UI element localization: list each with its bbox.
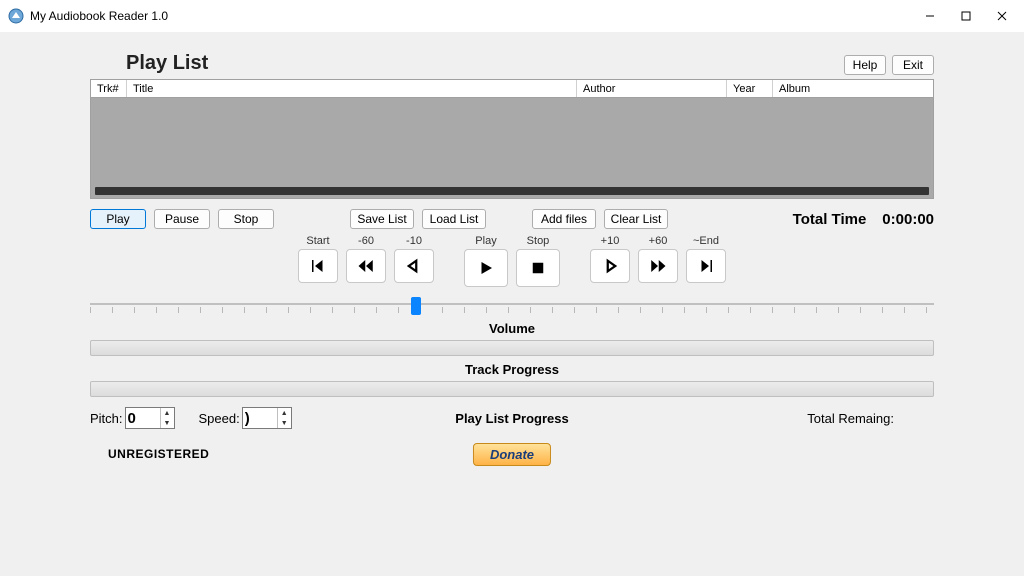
plus60-label: +60: [649, 235, 668, 249]
play-label: Play: [475, 235, 496, 249]
stop-label: Stop: [527, 235, 550, 249]
total-time-label: Total Time: [793, 211, 867, 228]
track-progress-bar[interactable]: [90, 340, 934, 356]
pitch-input[interactable]: [126, 408, 160, 428]
add-files-button[interactable]: Add files: [532, 209, 596, 229]
playlist-progress-label: Play List Progress: [455, 411, 568, 426]
volume-label: Volume: [90, 321, 934, 336]
load-list-button[interactable]: Load List: [422, 209, 486, 229]
transport-stop-button[interactable]: [516, 249, 560, 287]
volume-thumb[interactable]: [411, 297, 421, 315]
skip-to-end-button[interactable]: [686, 249, 726, 283]
plus10-label: +10: [601, 235, 620, 249]
clear-list-button[interactable]: Clear List: [604, 209, 668, 229]
playlist-grid[interactable]: Trk# Title Author Year Album: [90, 79, 934, 199]
pause-button[interactable]: Pause: [154, 209, 210, 229]
app-icon: [8, 8, 24, 24]
pitch-down[interactable]: ▼: [161, 418, 174, 428]
transport-play-button[interactable]: [464, 249, 508, 287]
end-label: ~End: [693, 235, 719, 249]
col-year[interactable]: Year: [727, 80, 773, 97]
skip-to-start-button[interactable]: [298, 249, 338, 283]
horizontal-scrollbar[interactable]: [95, 187, 929, 195]
minus10-label: -10: [406, 235, 422, 249]
rewind-10-button[interactable]: [394, 249, 434, 283]
col-album[interactable]: Album: [773, 80, 933, 97]
col-trk[interactable]: Trk#: [91, 80, 127, 97]
play-button[interactable]: Play: [90, 209, 146, 229]
rewind-60-button[interactable]: [346, 249, 386, 283]
transport-controls: Start -60 -10 Play Stop +10 +60 ~End: [90, 235, 934, 287]
help-button[interactable]: Help: [844, 55, 886, 75]
donate-button[interactable]: Donate: [473, 443, 551, 466]
speed-label: Speed:: [199, 411, 240, 426]
pitch-label: Pitch:: [90, 411, 123, 426]
speed-up[interactable]: ▲: [278, 408, 291, 418]
app-window: My Audiobook Reader 1.0 Play List Help E…: [0, 0, 1024, 576]
speed-input[interactable]: [243, 408, 277, 428]
client-area: Play List Help Exit Trk# Title Author Ye…: [0, 32, 1024, 576]
forward-10-button[interactable]: [590, 249, 630, 283]
speed-down[interactable]: ▼: [278, 418, 291, 428]
unregistered-label: UNREGISTERED: [108, 447, 209, 461]
speed-spinner[interactable]: ▲▼: [242, 407, 292, 429]
maximize-button[interactable]: [948, 2, 984, 30]
stop-button[interactable]: Stop: [218, 209, 274, 229]
playlist-progress-bar[interactable]: [90, 381, 934, 397]
close-button[interactable]: [984, 2, 1020, 30]
track-progress-label: Track Progress: [90, 362, 934, 377]
col-title[interactable]: Title: [127, 80, 577, 97]
pitch-up[interactable]: ▲: [161, 408, 174, 418]
start-label: Start: [306, 235, 329, 249]
playlist-heading: Play List: [126, 52, 208, 75]
col-author[interactable]: Author: [577, 80, 727, 97]
minus60-label: -60: [358, 235, 374, 249]
minimize-button[interactable]: [912, 2, 948, 30]
total-remaining-label: Total Remaing:: [807, 411, 894, 426]
total-time-value: 0:00:00: [882, 211, 934, 228]
exit-button[interactable]: Exit: [892, 55, 934, 75]
window-title: My Audiobook Reader 1.0: [30, 9, 168, 23]
forward-60-button[interactable]: [638, 249, 678, 283]
playlist-grid-header: Trk# Title Author Year Album: [91, 80, 933, 98]
playlist-grid-body[interactable]: [91, 98, 933, 198]
titlebar: My Audiobook Reader 1.0: [0, 0, 1024, 32]
save-list-button[interactable]: Save List: [350, 209, 414, 229]
pitch-spinner[interactable]: ▲▼: [125, 407, 175, 429]
volume-slider[interactable]: [90, 299, 934, 315]
